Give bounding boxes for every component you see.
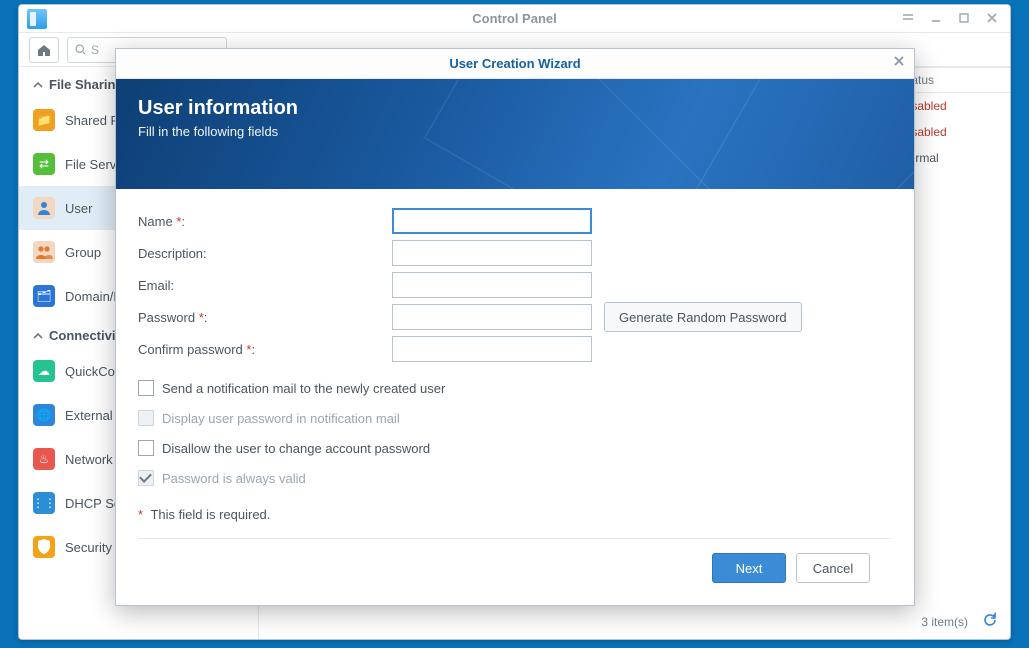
- search-icon: [74, 43, 87, 56]
- domain-icon: 🗂: [33, 285, 55, 307]
- hero-title: User information: [138, 97, 892, 120]
- sidebar-item-label: User: [65, 201, 92, 216]
- network-icon: ♨: [33, 448, 55, 470]
- window-buttons: [896, 8, 1004, 28]
- sidebar-item-label: Security: [65, 540, 112, 555]
- always-valid-checkbox-row: Password is always valid: [138, 463, 892, 493]
- sidebar-item-label: Group: [65, 245, 101, 260]
- close-icon[interactable]: [892, 54, 906, 73]
- window-title: Control Panel: [472, 11, 557, 26]
- display-password-checkbox-row: Display user password in notification ma…: [138, 403, 892, 433]
- maximize-icon[interactable]: [952, 8, 976, 28]
- window-menu-icon[interactable]: [896, 8, 920, 28]
- notify-checkbox[interactable]: [138, 380, 154, 396]
- shield-icon: [33, 536, 55, 558]
- sidebar-item-label: Network: [65, 452, 113, 467]
- globe-icon: 🌐: [33, 404, 55, 426]
- item-count: 3 item(s): [921, 615, 968, 629]
- dialog-titlebar: User Creation Wizard: [116, 49, 914, 79]
- confirm-password-field[interactable]: [392, 336, 592, 362]
- close-window-icon[interactable]: [980, 8, 1004, 28]
- dialog-title: User Creation Wizard: [449, 56, 580, 71]
- chevron-up-icon: [33, 331, 43, 341]
- cloud-icon: ☁: [33, 360, 55, 382]
- dialog-hero: User information Fill in the following f…: [116, 79, 914, 189]
- chevron-up-icon: [33, 80, 43, 90]
- user-form: Name *: Description: Email: Password *: …: [116, 189, 914, 605]
- email-label: Email:: [138, 278, 392, 293]
- app-icon: [27, 9, 47, 29]
- sidebar-group-label: File Sharing: [49, 77, 123, 92]
- status-footer: 3 item(s): [921, 612, 998, 631]
- disallow-change-label: Disallow the user to change account pass…: [162, 441, 430, 456]
- search-placeholder: S: [91, 43, 99, 57]
- name-field[interactable]: [392, 208, 592, 234]
- always-valid-label: Password is always valid: [162, 471, 306, 486]
- group-icon: [33, 241, 55, 263]
- display-password-label: Display user password in notification ma…: [162, 411, 400, 426]
- disallow-change-checkbox-row: Disallow the user to change account pass…: [138, 433, 892, 463]
- divider: [138, 538, 892, 539]
- notify-checkbox-row: Send a notification mail to the newly cr…: [138, 373, 892, 403]
- confirm-password-label: Confirm password *:: [138, 342, 392, 357]
- notify-label: Send a notification mail to the newly cr…: [162, 381, 445, 396]
- user-creation-wizard-dialog: User Creation Wizard User information Fi…: [115, 48, 915, 606]
- description-label: Description:: [138, 246, 392, 261]
- email-field[interactable]: [392, 272, 592, 298]
- minimize-icon[interactable]: [924, 8, 948, 28]
- required-hint: * This field is required.: [138, 507, 892, 522]
- home-button[interactable]: [29, 37, 59, 63]
- description-field[interactable]: [392, 240, 592, 266]
- password-field[interactable]: [392, 304, 592, 330]
- refresh-icon[interactable]: [982, 612, 998, 631]
- window-titlebar: Control Panel: [19, 5, 1010, 33]
- user-icon: [33, 197, 55, 219]
- password-label: Password *:: [138, 310, 392, 325]
- generate-password-button[interactable]: Generate Random Password: [604, 302, 802, 332]
- dhcp-icon: ⋮⋮: [33, 492, 55, 514]
- cancel-button[interactable]: Cancel: [796, 553, 870, 583]
- dialog-footer: Next Cancel: [138, 549, 892, 599]
- name-label: Name *:: [138, 214, 392, 229]
- hero-subtitle: Fill in the following fields: [138, 124, 892, 139]
- services-icon: ⇄: [33, 153, 55, 175]
- next-button[interactable]: Next: [712, 553, 786, 583]
- display-password-checkbox: [138, 410, 154, 426]
- disallow-change-checkbox[interactable]: [138, 440, 154, 456]
- always-valid-checkbox: [138, 470, 154, 486]
- folder-icon: 📁: [33, 109, 55, 131]
